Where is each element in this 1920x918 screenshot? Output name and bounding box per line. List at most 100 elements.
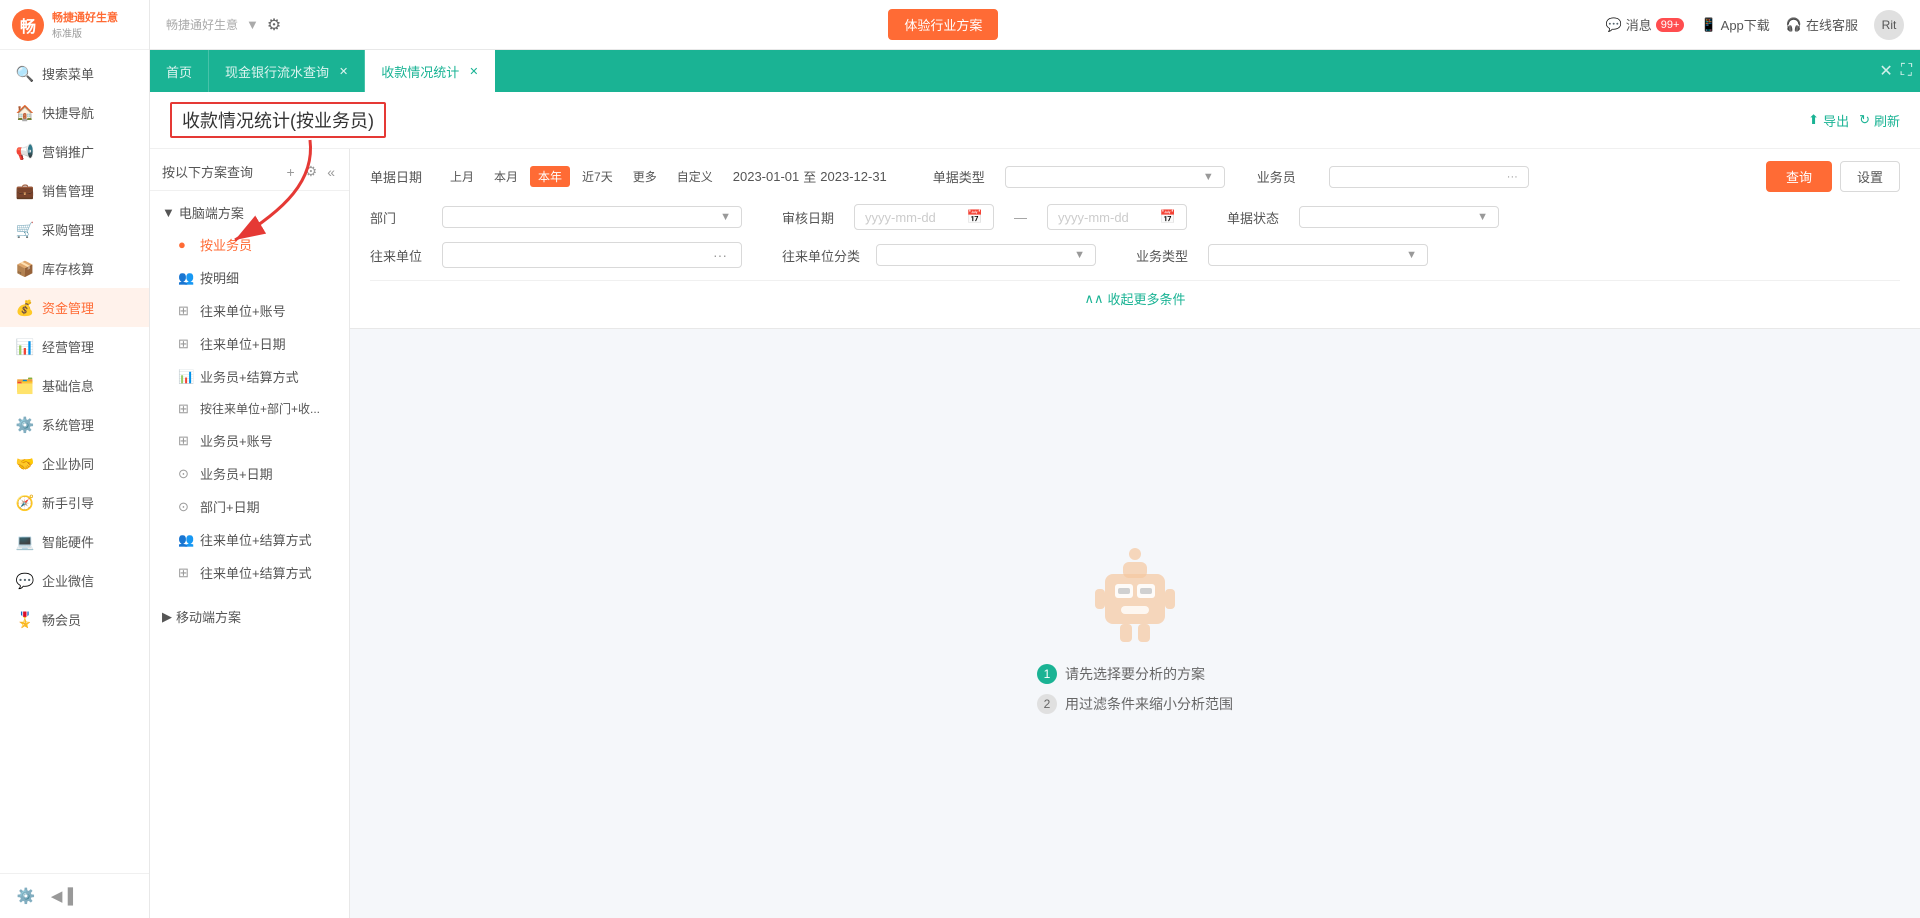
try-industry-button[interactable]: 体验行业方案 [888,9,998,40]
counterpart-select[interactable]: ··· [442,242,742,268]
date-tabs: 上月 本月 本年 近7天 更多 自定义 2023-01-01 至 2023-12… [442,166,887,187]
sidebar-item-search[interactable]: 🔍 搜索菜单 [0,54,149,93]
tab-bank-close[interactable]: ✕ [339,65,348,78]
export-button[interactable]: ⬆ 导出 [1808,111,1849,130]
counterpart-account-icon: ⊞ [178,303,194,319]
sidebar-item-sales[interactable]: 💼 销售管理 [0,171,149,210]
footer-settings-button[interactable]: ⚙️ [12,882,40,910]
tab-bar: 首页 现金银行流水查询 ✕ 收款情况统计 ✕ ✕ ⛶ [150,50,1920,92]
query-button[interactable]: 查询 [1766,161,1832,192]
sidebar-item-label: 畅会员 [42,610,81,629]
step-2-num: 2 [1037,694,1057,714]
scheme-item-counterpart-settle1[interactable]: 👥 往来单位+结算方式 [150,523,349,556]
biz-type-select[interactable]: ▼ [1208,244,1428,266]
user-avatar[interactable]: Rit [1874,10,1904,40]
scheme-item-counterpart-dept[interactable]: ⊞ 按往来单位+部门+收... [150,393,349,424]
date-tab-7days[interactable]: 近7天 [574,166,621,187]
counterpart-category-select[interactable]: ▼ [876,244,1096,266]
tab-expand-button[interactable]: ⛶ [1901,62,1912,80]
date-from: 2023-01-01 [733,169,800,184]
scheme-item-counterpart-settle2[interactable]: ⊞ 往来单位+结算方式 [150,556,349,589]
dept-label: 部门 [370,208,426,227]
logo-text: 畅捷通好生意 标准版 [52,9,118,40]
scheme-item-counterpart-date[interactable]: ⊞ 往来单位+日期 [150,327,349,360]
biz-type-label: 业务类型 [1136,246,1192,265]
bar-chart-icon: 📊 [178,369,194,385]
refresh-button[interactable]: ↻ 刷新 [1859,111,1900,130]
tab-home[interactable]: 首页 [150,50,209,92]
sidebar-item-label: 营销推广 [42,142,94,161]
scheme-item-salesperson-account[interactable]: ⊞ 业务员+账号 [150,424,349,457]
date-tab-custom[interactable]: 自定义 [669,166,721,187]
scheme-item-salesperson[interactable]: ● 按业务员 [150,228,349,261]
sidebar-item-operation[interactable]: 📊 经营管理 [0,327,149,366]
collapse-bar[interactable]: ∧∧ 收起更多条件 [370,280,1900,316]
sidebar-item-wechat[interactable]: 💬 企业微信 [0,561,149,600]
app-download-label: App下载 [1721,15,1770,34]
sidebar-item-purchase[interactable]: 🛒 采购管理 [0,210,149,249]
tab-collection-close[interactable]: ✕ [469,65,478,78]
left-panel-title: 按以下方案查询 [162,162,278,181]
tab-bank[interactable]: 现金银行流水查询 ✕ [209,50,365,92]
scheme-item-label: 往来单位+结算方式 [200,563,312,582]
scheme-item-salesperson-date[interactable]: ⊙ 业务员+日期 [150,457,349,490]
dept-select[interactable]: ▼ [442,206,742,228]
review-date-to[interactable]: yyyy-mm-dd 📅 [1047,204,1187,230]
date-tab-last-month[interactable]: 上月 [442,166,482,187]
user-name: Rit [1882,18,1897,32]
scheme-item-label: 业务员+账号 [200,431,273,450]
service-icon: 🎧 [1786,17,1802,33]
sidebar-item-label: 智能硬件 [42,532,94,551]
inventory-icon: 📦 [16,260,34,278]
tab-bar-right: ✕ ⛶ [1879,61,1920,81]
sidebar-item-hardware[interactable]: 💻 智能硬件 [0,522,149,561]
scheme-item-salesperson-settlement[interactable]: 📊 业务员+结算方式 [150,360,349,393]
scheme-item-dept-date[interactable]: ⊙ 部门+日期 [150,490,349,523]
review-date-from[interactable]: yyyy-mm-dd 📅 [854,204,994,230]
date-range: 2023-01-01 至 2023-12-31 [733,167,887,186]
hint-step-2: 2 用过滤条件来缩小分析范围 [1037,694,1233,714]
sidebar-item-guide[interactable]: 🧭 新手引导 [0,483,149,522]
tab-close-all-button[interactable]: ✕ [1879,61,1892,81]
salesperson-select[interactable]: ··· [1329,166,1529,188]
page-header: 收款情况统计(按业务员) ⬆ 导出 ↻ 刷新 [150,92,1920,149]
app-download-button[interactable]: 📱 App下载 [1700,15,1769,34]
sidebar-item-quick[interactable]: 🏠 快捷导航 [0,93,149,132]
message-button[interactable]: 💬 消息 99+ [1606,15,1685,34]
counterpart-ellipsis-button[interactable]: ··· [713,247,727,263]
sidebar-item-basic[interactable]: 🗂️ 基础信息 [0,366,149,405]
sidebar-item-inventory[interactable]: 📦 库存核算 [0,249,149,288]
chevron-down-icon: ▼ [162,205,175,220]
add-scheme-button[interactable]: + [284,162,296,182]
filter-settings-button[interactable]: 设置 [1840,161,1900,192]
refresh-icon: ↻ [1859,112,1870,128]
desktop-scheme-toggle[interactable]: ▼ 电脑端方案 [150,197,349,228]
scheme-item-counterpart-account[interactable]: ⊞ 往来单位+账号 [150,294,349,327]
date-tab-this-year[interactable]: 本年 [530,166,570,187]
sidebar-item-enterprise[interactable]: 🤝 企业协同 [0,444,149,483]
sidebar-item-marketing[interactable]: 📢 营销推广 [0,132,149,171]
footer-collapse-button[interactable]: ◀▐ [48,882,76,910]
salesperson-label: 业务员 [1257,167,1313,186]
sidebar-item-label: 资金管理 [42,298,94,317]
topbar-settings-button[interactable]: ⚙ [267,15,281,35]
breadcrumb: 畅捷通好生意 [166,16,238,33]
sidebar-item-vip[interactable]: 🎖️ 畅会员 [0,600,149,639]
sidebar-logo: 畅 畅捷通好生意 标准版 [0,0,149,50]
scheme-settings-button[interactable]: ⚙ [303,161,320,182]
enterprise-icon: 🤝 [16,455,34,473]
sidebar-item-system[interactable]: ⚙️ 系统管理 [0,405,149,444]
doc-status-select[interactable]: ▼ [1299,206,1499,228]
collapse-panel-button[interactable]: « [325,162,337,182]
online-service-button[interactable]: 🎧 在线客服 [1786,15,1858,34]
tab-collection[interactable]: 收款情况统计 ✕ [365,50,495,92]
filter-row-3: 往来单位 ··· 往来单位分类 ▼ 业务类型 ▼ [370,242,1900,268]
doc-type-select[interactable]: ▼ [1005,166,1225,188]
sidebar-item-finance[interactable]: 💰 资金管理 [0,288,149,327]
mobile-scheme-toggle[interactable]: ▶ 移动端方案 [150,601,349,632]
calendar-from-icon: 📅 [967,209,983,225]
scheme-item-detail[interactable]: 👥 按明细 [150,261,349,294]
date-tab-more[interactable]: 更多 [625,166,665,187]
active-scheme-icon: ● [178,237,194,252]
date-tab-this-month[interactable]: 本月 [486,166,526,187]
